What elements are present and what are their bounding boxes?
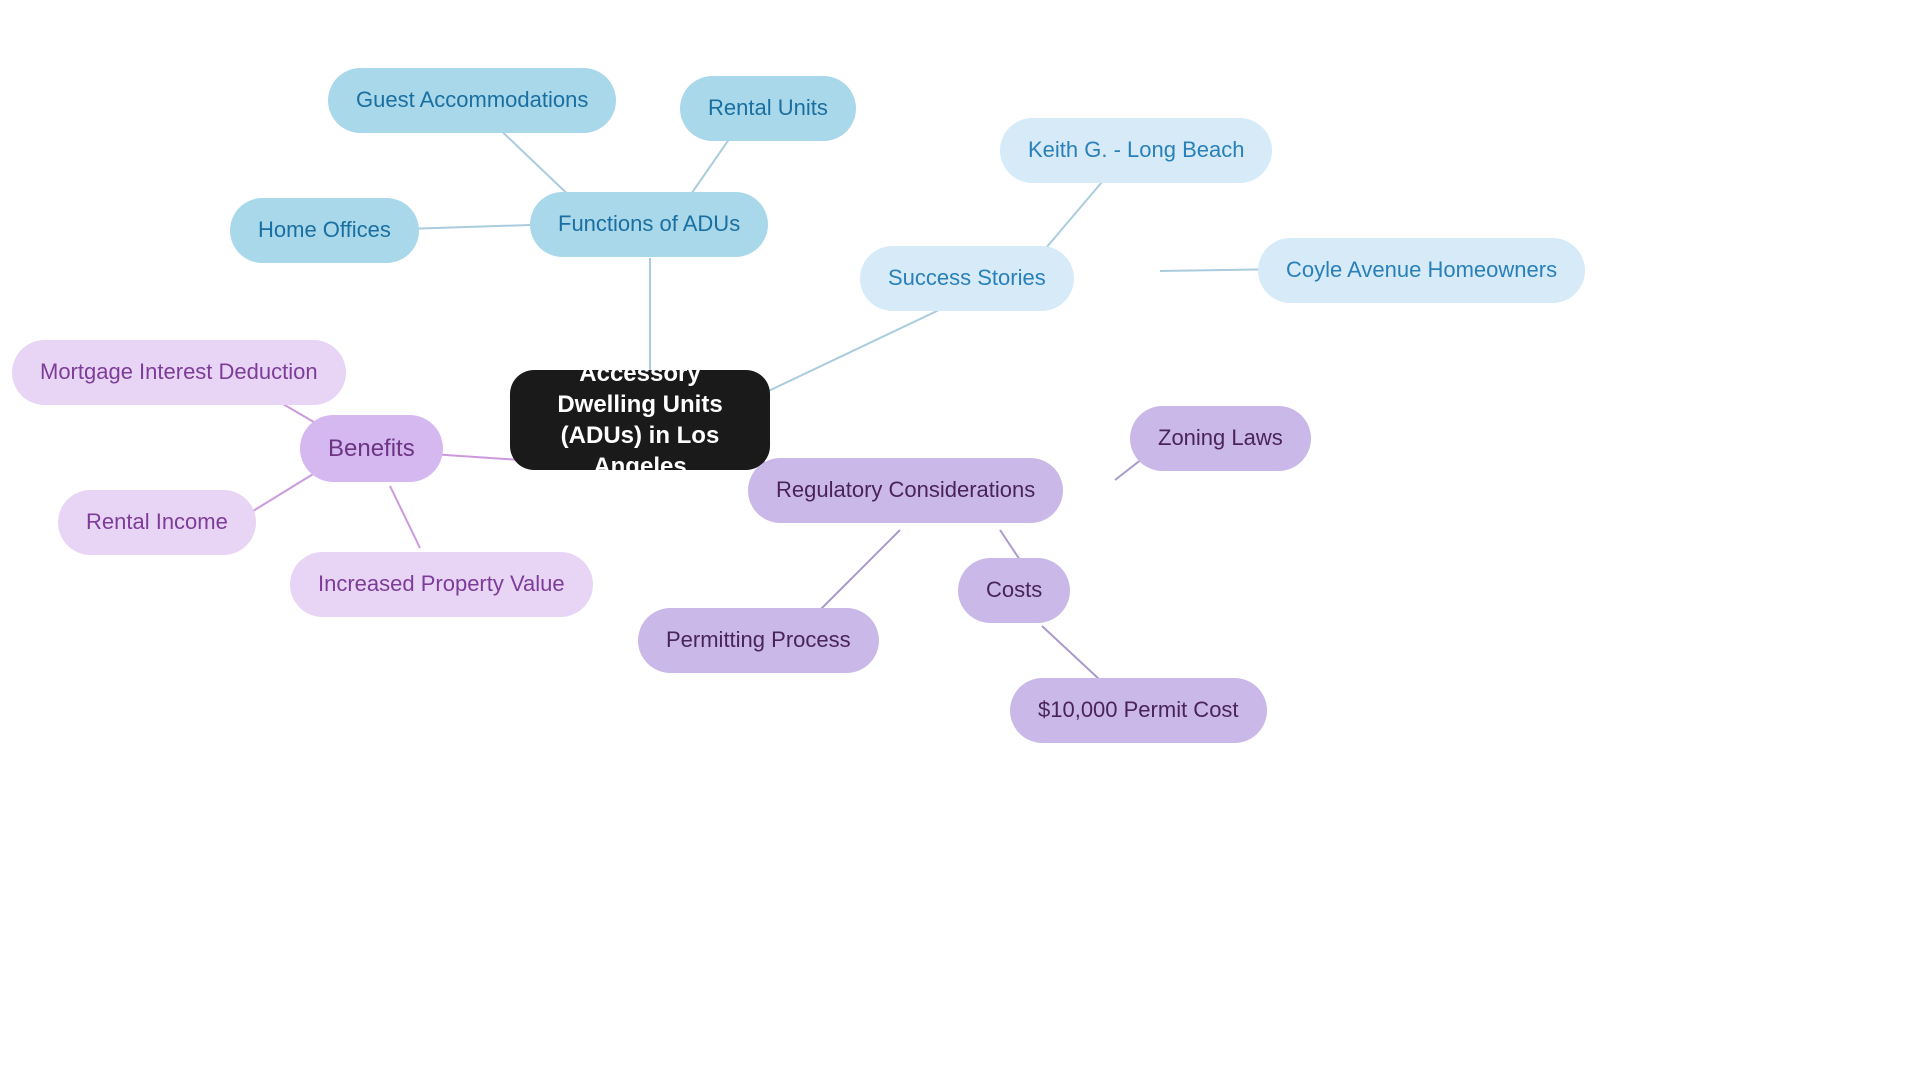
- keith-g-node: Keith G. - Long Beach: [1000, 118, 1272, 183]
- rental-income-node: Rental Income: [58, 490, 256, 555]
- center-node: Accessory Dwelling Units (ADUs) in Los A…: [510, 370, 770, 470]
- success-stories-node: Success Stories: [860, 246, 1074, 311]
- benefits-node: Benefits: [300, 415, 443, 482]
- mind-map-connections: [0, 0, 1920, 1083]
- functions-node: Functions of ADUs: [530, 192, 768, 257]
- guest-accommodations-node: Guest Accommodations: [328, 68, 616, 133]
- zoning-laws-node: Zoning Laws: [1130, 406, 1311, 471]
- coyle-avenue-node: Coyle Avenue Homeowners: [1258, 238, 1585, 303]
- mortgage-node: Mortgage Interest Deduction: [12, 340, 346, 405]
- costs-node: Costs: [958, 558, 1070, 623]
- increased-property-node: Increased Property Value: [290, 552, 593, 617]
- regulatory-node: Regulatory Considerations: [748, 458, 1063, 523]
- home-offices-node: Home Offices: [230, 198, 419, 263]
- permit-cost-node: $10,000 Permit Cost: [1010, 678, 1267, 743]
- rental-units-node: Rental Units: [680, 76, 856, 141]
- permitting-node: Permitting Process: [638, 608, 879, 673]
